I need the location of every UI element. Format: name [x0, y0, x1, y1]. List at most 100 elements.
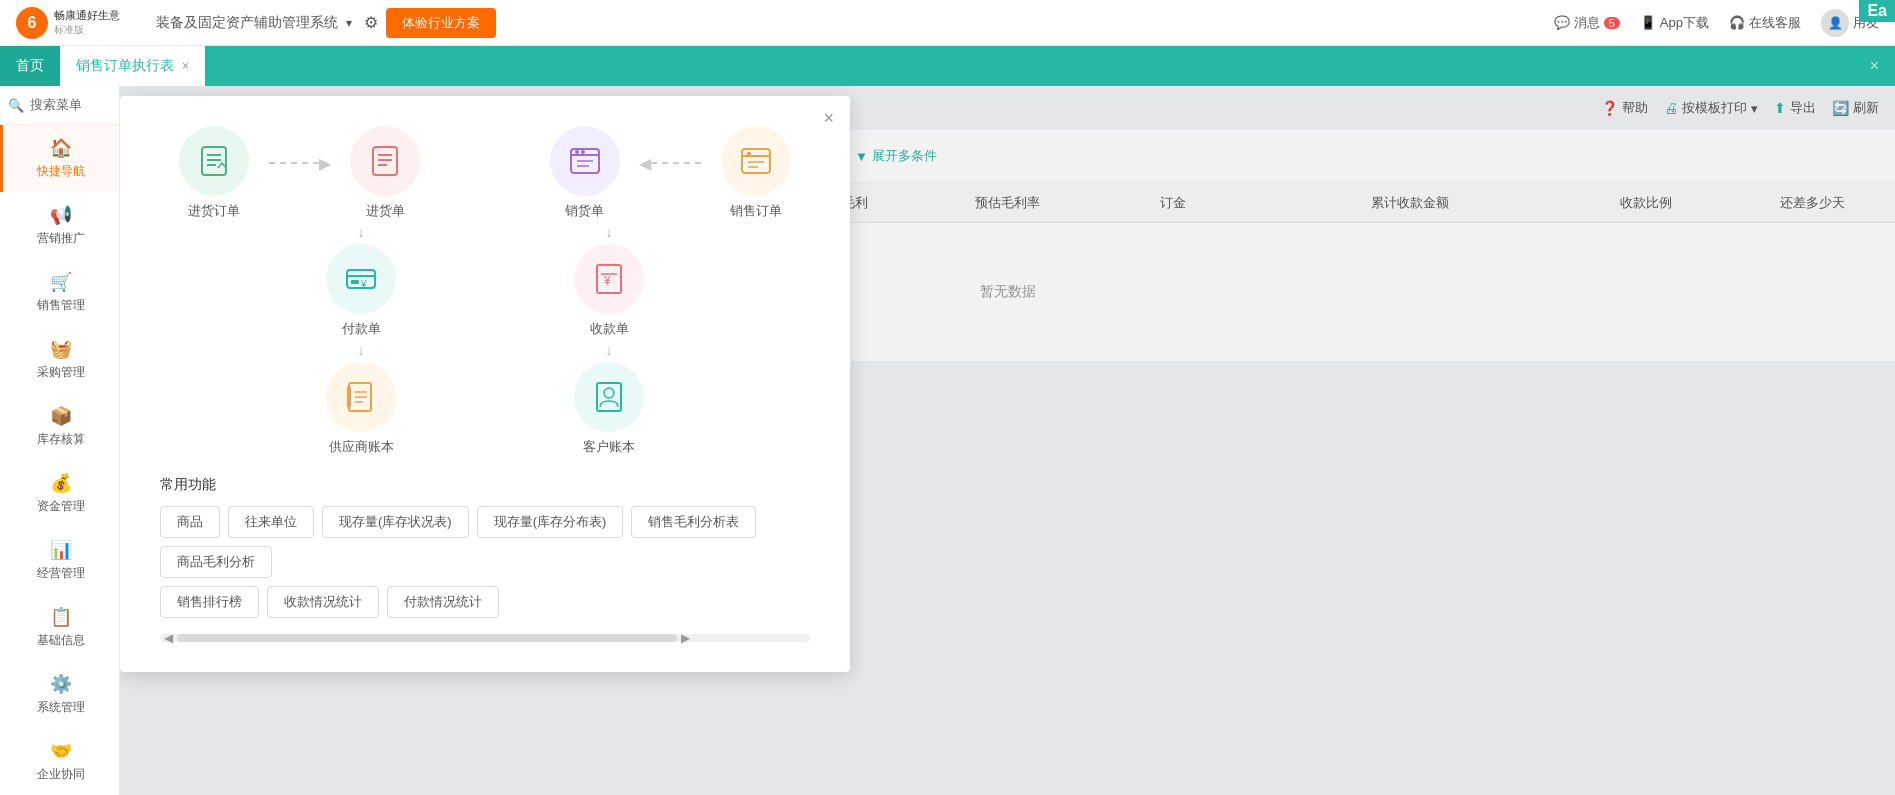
sidebar-label-marketing: 营销推广: [37, 230, 85, 247]
flow-diagram: 进货订单 ▶ 进货单: [160, 126, 810, 456]
node-customer-ledger: 客户账本: [549, 362, 669, 456]
sidebar-item-purchase[interactable]: 🧺 采购管理: [0, 326, 119, 393]
sales-order-circle[interactable]: [550, 126, 620, 196]
app-download-item[interactable]: 📱 App下载: [1640, 14, 1709, 32]
logo-sub: 标准版: [54, 23, 120, 37]
purchase-receipt-label: 进货单: [366, 202, 405, 220]
svg-rect-27: [347, 386, 351, 408]
svg-text:¥: ¥: [603, 274, 611, 288]
func-btn-7[interactable]: 收款情况统计: [267, 586, 379, 618]
system-dropdown-icon[interactable]: ▾: [346, 16, 352, 30]
sidebar-item-finance[interactable]: 💰 资金管理: [0, 460, 119, 527]
func-btn-4[interactable]: 销售毛利分析表: [631, 506, 756, 538]
online-service-item[interactable]: 🎧 在线客服: [1729, 14, 1801, 32]
main-layout: 🔍 搜索菜单 🏠 快捷导航 📢 营销推广 🛒 销售管理 🧺 采购管理 📦 库存核…: [0, 86, 1895, 795]
customer-ledger-circle[interactable]: [574, 362, 644, 432]
tab-home[interactable]: 首页: [0, 46, 60, 86]
svg-rect-21: [351, 280, 359, 284]
message-icon: 💬: [1554, 15, 1570, 30]
sidebar-label-inventory: 库存核算: [37, 431, 85, 448]
message-item[interactable]: 💬 消息 5: [1554, 14, 1620, 32]
function-grid-2: 销售排行榜 收款情况统计 付款情况统计: [160, 586, 810, 618]
sidebar-item-marketing[interactable]: 📢 营销推广: [0, 192, 119, 259]
purchase-order-circle[interactable]: [179, 126, 249, 196]
receipt-circle[interactable]: ¥: [574, 244, 644, 314]
sidebar-label-system: 系统管理: [37, 699, 85, 716]
top-header: 6 畅康通好生意 标准版 装备及固定资产辅助管理系统 ▾ ⚙ 体验行业方案 💬 …: [0, 0, 1895, 46]
header-right: 💬 消息 5 📱 App下载 🎧 在线客服 👤 用友 Ea: [1554, 9, 1879, 37]
func-btn-5[interactable]: 商品毛利分析: [160, 546, 272, 578]
headset-icon: 🎧: [1729, 15, 1745, 30]
tab-home-label: 首页: [16, 57, 44, 75]
scroll-right-icon[interactable]: ▶: [677, 631, 694, 645]
svg-point-32: [604, 388, 614, 398]
func-btn-6[interactable]: 销售排行榜: [160, 586, 259, 618]
system-name-text: 装备及固定资产辅助管理系统: [156, 14, 338, 32]
sidebar-label-finance: 资金管理: [37, 498, 85, 515]
logo-text-block: 畅康通好生意 标准版: [54, 8, 120, 36]
app-download-label: App下载: [1660, 14, 1709, 32]
gear-icon[interactable]: ⚙: [364, 13, 378, 32]
trial-button[interactable]: 体验行业方案: [386, 8, 496, 38]
sidebar-item-system[interactable]: ⚙️ 系统管理: [0, 661, 119, 728]
sales-order2-circle[interactable]: [721, 126, 791, 196]
message-badge: 5: [1604, 17, 1620, 29]
online-service-label: 在线客服: [1749, 14, 1801, 32]
node-purchase-receipt: 进货单: [331, 126, 440, 220]
modal-close-btn[interactable]: ×: [823, 108, 834, 129]
tab-bar-close[interactable]: ×: [1870, 57, 1895, 75]
svg-text:¥: ¥: [360, 279, 367, 290]
sales-icon: 🛒: [50, 271, 72, 293]
search-label: 搜索菜单: [30, 96, 82, 114]
sales-order2-label: 销售订单: [730, 202, 782, 220]
payment-circle[interactable]: ¥: [326, 244, 396, 314]
system-name-area: 装备及固定资产辅助管理系统 ▾ ⚙ 体验行业方案: [136, 8, 1554, 38]
sidebar-label-purchase: 采购管理: [37, 364, 85, 381]
node-payment: ¥ 付款单: [301, 244, 421, 338]
message-label: 消息: [1574, 14, 1600, 32]
scroll-left-icon[interactable]: ◀: [160, 631, 177, 645]
common-functions: 常用功能 商品 往来单位 现存量(库存状况表) 现存量(库存分布表) 销售毛利分…: [160, 476, 810, 618]
search-icon: 🔍: [8, 98, 24, 113]
purchase-receipt-circle[interactable]: [350, 126, 420, 196]
logo-area: 6 畅康通好生意 标准版: [16, 7, 136, 39]
system-icon: ⚙️: [50, 673, 72, 695]
management-icon: 📊: [50, 539, 72, 561]
sidebar-item-sales[interactable]: 🛒 销售管理: [0, 259, 119, 326]
sidebar-item-inventory[interactable]: 📦 库存核算: [0, 393, 119, 460]
supplier-ledger-circle[interactable]: [326, 362, 396, 432]
receipt-label: 收款单: [590, 320, 629, 338]
func-btn-0[interactable]: 商品: [160, 506, 220, 538]
sidebar-search[interactable]: 🔍 搜索菜单: [0, 86, 119, 125]
svg-point-11: [581, 150, 585, 154]
ea-badge: Ea: [1859, 0, 1895, 22]
func-btn-8[interactable]: 付款情况统计: [387, 586, 499, 618]
sidebar-item-management[interactable]: 📊 经营管理: [0, 527, 119, 594]
node-sales-order2: 销售订单: [701, 126, 810, 220]
scrollbar-thumb[interactable]: [177, 634, 677, 642]
tab-close-icon[interactable]: ×: [182, 59, 189, 73]
function-grid: 商品 往来单位 现存量(库存状况表) 现存量(库存分布表) 销售毛利分析表 商品…: [160, 506, 810, 578]
sidebar-item-collab[interactable]: 🤝 企业协同: [0, 728, 119, 795]
svg-rect-16: [747, 152, 751, 156]
inventory-icon: 📦: [50, 405, 72, 427]
tab-sales-order[interactable]: 销售订单执行表 ×: [60, 46, 205, 86]
home-icon: 🏠: [50, 137, 72, 159]
func-btn-3[interactable]: 现存量(库存分布表): [477, 506, 624, 538]
node-sales-order: 销货单: [530, 126, 639, 220]
sidebar-item-basic[interactable]: 📋 基础信息: [0, 594, 119, 661]
supplier-ledger-label: 供应商账本: [329, 438, 394, 456]
modal-scrollbar: ◀ ▶: [160, 634, 810, 642]
func-btn-1[interactable]: 往来单位: [228, 506, 314, 538]
purchase-icon: 🧺: [50, 338, 72, 360]
sidebar-item-quicknav[interactable]: 🏠 快捷导航: [0, 125, 119, 192]
func-btn-2[interactable]: 现存量(库存状况表): [322, 506, 469, 538]
collab-icon: 🤝: [50, 740, 72, 762]
basic-icon: 📋: [50, 606, 72, 628]
node-purchase-order: 进货订单: [160, 126, 269, 220]
customer-ledger-label: 客户账本: [583, 438, 635, 456]
modal-box: × 进货订单: [120, 96, 850, 672]
finance-icon: 💰: [50, 472, 72, 494]
sidebar-label-basic: 基础信息: [37, 632, 85, 649]
sidebar-label-quicknav: 快捷导航: [37, 163, 85, 180]
